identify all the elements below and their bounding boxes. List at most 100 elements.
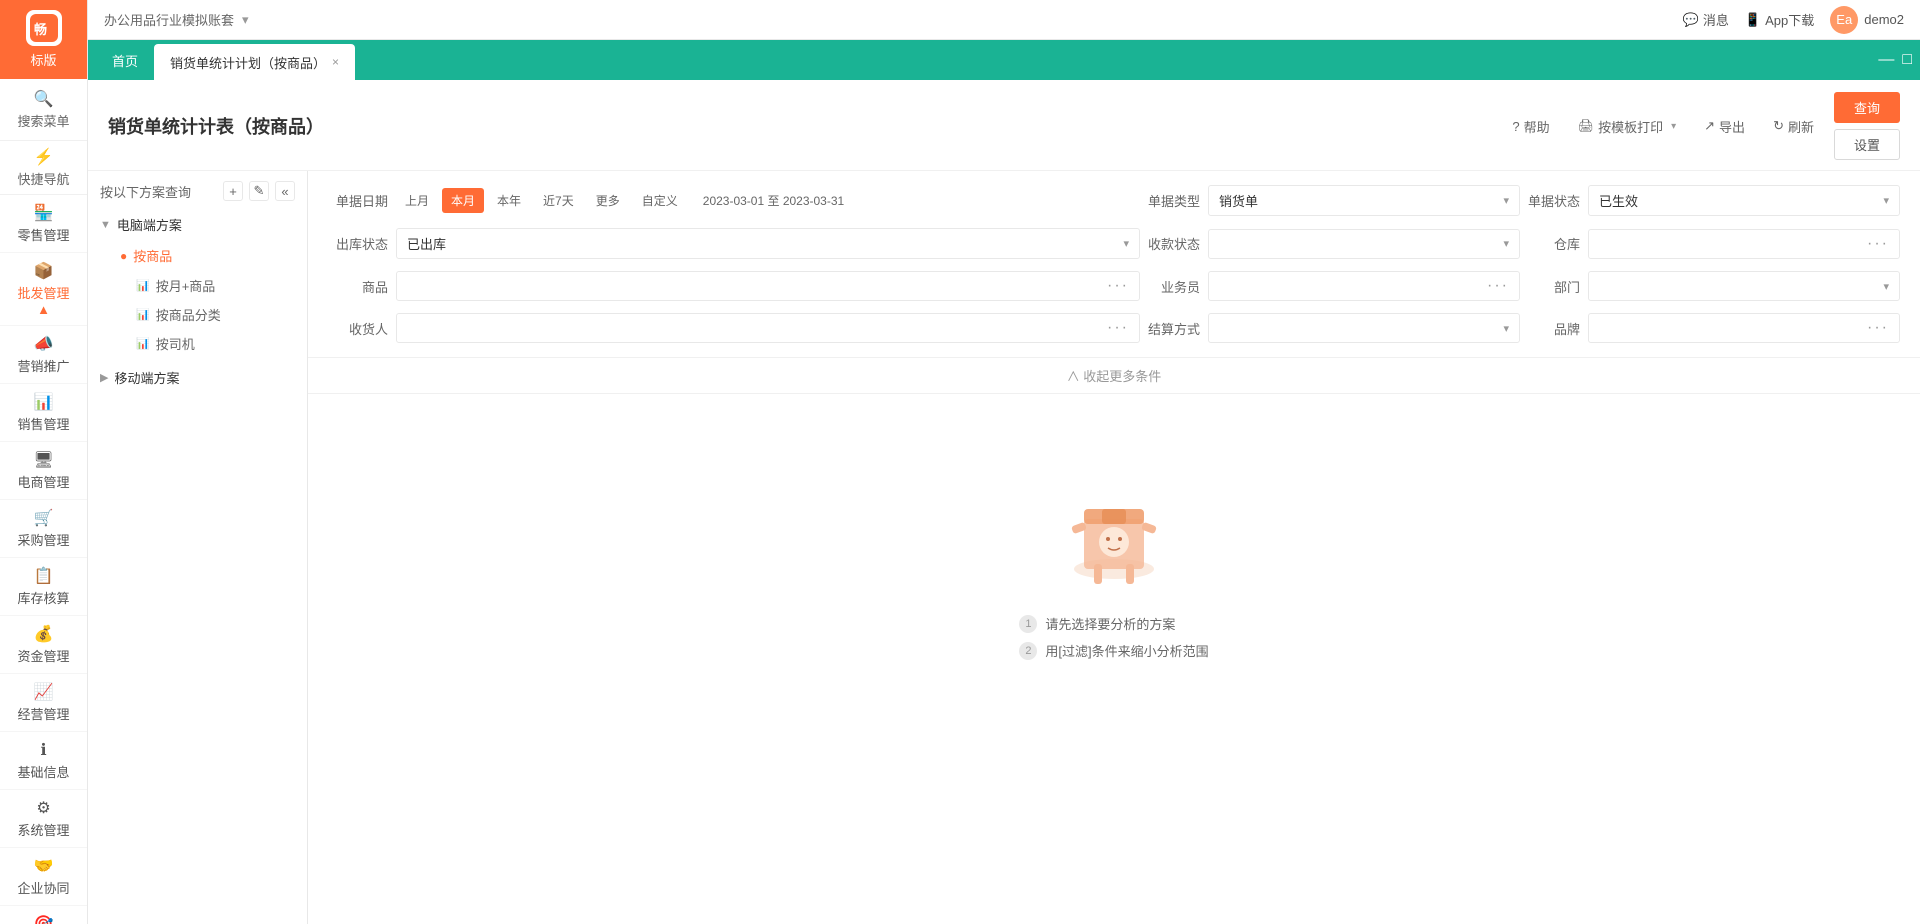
order-type-value: 销货单: [1219, 191, 1258, 210]
filter-row-1: 单据日期 上月 本月 本年 近7天 更多 自定义: [328, 185, 1900, 216]
brand-dots-icon: ···: [1867, 319, 1889, 337]
product-input[interactable]: ···: [396, 271, 1140, 301]
message-button[interactable]: 💬 消息: [1683, 10, 1729, 29]
tab-bar: 首页 销货单统计计划（按商品） × — □: [88, 40, 1920, 80]
tree-section-pc: ▼ 电脑端方案 ● 按商品 📊 按月+商品 📊: [88, 209, 307, 358]
empty-tips: 1 请先选择要分析的方案 2 用[过滤]条件来缩小分析范围: [1019, 614, 1208, 660]
filter-area: 单据日期 上月 本月 本年 近7天 更多 自定义: [308, 171, 1920, 358]
sidebar-item-basic-info[interactable]: ℹ 基础信息: [0, 732, 87, 790]
date-tab-last-month[interactable]: 上月: [396, 188, 438, 213]
page-body: 销货单统计计表（按商品） ? 帮助 🖨 按模板打印 ▾ ↗ 导出: [88, 80, 1920, 924]
tree-sub-item-driver[interactable]: 📊 按司机: [88, 329, 307, 358]
sidebar-item-retail[interactable]: 🏪 零售管理: [0, 195, 87, 253]
salesperson-dots-icon: ···: [1487, 277, 1509, 295]
purchase-label: 采购管理: [17, 530, 69, 549]
date-tab-current-year[interactable]: 本年: [488, 188, 530, 213]
collapse-panel-button[interactable]: «: [275, 181, 295, 201]
app-download-label: App下载: [1765, 10, 1814, 29]
quick-nav-item[interactable]: ⚡ 快捷导航: [0, 141, 87, 195]
help-button[interactable]: ? 帮助: [1504, 113, 1557, 140]
sidebar-item-system[interactable]: ⚙ 系统管理: [0, 790, 87, 848]
edit-scheme-button[interactable]: ✎: [249, 181, 269, 201]
sidebar-item-enterprise[interactable]: 🤝 企业协同: [0, 848, 87, 906]
order-status-select[interactable]: 已生效 ▾: [1588, 185, 1900, 216]
sidebar-item-finance[interactable]: 💰 资金管理: [0, 616, 87, 674]
sidebar-item-inventory[interactable]: 📋 库存核算: [0, 558, 87, 616]
tab-active-label: 销货单统计计划（按商品）: [170, 53, 326, 72]
settlement-select[interactable]: ▾: [1208, 313, 1520, 343]
search-menu-item[interactable]: 🔍 搜索菜单: [0, 79, 87, 141]
avatar-text: Ea: [1836, 12, 1852, 27]
industry-dropdown-icon[interactable]: ▾: [242, 12, 249, 28]
filter-field-product: 商品 ···: [328, 271, 1140, 301]
tree-section-mobile-header[interactable]: ▶ 移动端方案: [88, 362, 307, 393]
date-tab-current-month[interactable]: 本月: [442, 188, 484, 213]
app-download-button[interactable]: 📱 App下载: [1745, 10, 1814, 29]
date-label: 单据日期: [328, 191, 388, 210]
active-item-icon: ●: [120, 249, 127, 263]
enterprise-label: 企业协同: [17, 878, 69, 897]
tab-active[interactable]: 销货单统计计划（按商品） ×: [154, 44, 355, 80]
date-tab-custom[interactable]: 自定义: [633, 188, 687, 213]
collapse-conditions-button[interactable]: ∧ 收起更多条件: [308, 358, 1920, 394]
tab-home[interactable]: 首页: [96, 40, 154, 80]
print-button[interactable]: 🖨 按模板打印 ▾: [1570, 113, 1685, 140]
sidebar-item-ecommerce[interactable]: 🖥 电商管理: [0, 442, 87, 500]
tab-close-icon[interactable]: ×: [332, 55, 339, 69]
receiver-dots-icon: ···: [1107, 319, 1129, 337]
settings-button[interactable]: 设置: [1834, 129, 1900, 160]
page-actions: ? 帮助 🖨 按模板打印 ▾ ↗ 导出 ↻ 刷新: [1504, 92, 1900, 160]
export-icon: ↗: [1704, 118, 1715, 134]
sidebar-item-marketing[interactable]: 📣 营销推广: [0, 326, 87, 384]
enterprise-icon: 🤝: [34, 856, 54, 876]
tree-section-pc-header[interactable]: ▼ 电脑端方案: [88, 209, 307, 240]
download-icon: 📱: [1745, 12, 1761, 28]
marketing-icon: 📣: [34, 334, 54, 354]
sidebar-item-sales[interactable]: 📊 销售管理: [0, 384, 87, 442]
export-button[interactable]: ↗ 导出: [1696, 113, 1753, 140]
app-logo[interactable]: 畅 标版: [0, 0, 87, 79]
warehouse-status-select[interactable]: 已出库 ▾: [396, 228, 1140, 259]
sidebar-item-management[interactable]: 📈 经营管理: [0, 674, 87, 732]
search-menu-label: 搜索菜单: [17, 111, 69, 130]
warehouse-input[interactable]: ···: [1588, 229, 1900, 259]
product-category-label: 按商品分类: [156, 305, 221, 324]
tip-text-2: 用[过滤]条件来缩小分析范围: [1045, 641, 1208, 660]
page-title-bar: 销货单统计计表（按商品） ? 帮助 🖨 按模板打印 ▾ ↗ 导出: [88, 80, 1920, 171]
product-label: 商品: [328, 277, 388, 296]
sidebar-item-wholesale[interactable]: 📦 批发管理 ▲: [0, 253, 87, 326]
date-tab-more[interactable]: 更多: [587, 188, 629, 213]
empty-illustration: [1054, 474, 1174, 594]
user-profile[interactable]: Ea demo2: [1830, 6, 1904, 34]
inventory-icon: 📋: [34, 566, 54, 586]
avatar: Ea: [1830, 6, 1858, 34]
filter-field-receiver: 收货人 ···: [328, 313, 1140, 343]
sidebar-item-purchase[interactable]: 🛒 采购管理: [0, 500, 87, 558]
add-scheme-button[interactable]: +: [223, 181, 243, 201]
tree-sub-item-month-product[interactable]: 📊 按月+商品: [88, 271, 307, 300]
refresh-button[interactable]: ↻ 刷新: [1765, 113, 1822, 140]
order-type-select[interactable]: 销货单 ▾: [1208, 185, 1520, 216]
sidebar-item-guide[interactable]: 🎯 新手引导: [0, 906, 87, 924]
date-tab-7days[interactable]: 近7天: [534, 188, 583, 213]
print-dropdown-icon: ▾: [1671, 121, 1676, 132]
filter-field-order-status: 单据状态 已生效 ▾: [1520, 185, 1900, 216]
query-button[interactable]: 查询: [1834, 92, 1900, 123]
left-panel: 按以下方案查询 + ✎ «: [88, 171, 308, 924]
date-range-value: 2023-03-01 至 2023-03-31: [703, 192, 844, 209]
tab-maximize-button[interactable]: □: [1902, 52, 1912, 68]
tree-item-by-product[interactable]: ● 按商品: [88, 240, 307, 271]
tab-minimize-button[interactable]: —: [1878, 52, 1894, 68]
refresh-icon: ↻: [1773, 118, 1784, 134]
salesperson-input[interactable]: ···: [1208, 271, 1520, 301]
department-select[interactable]: ▾: [1588, 271, 1900, 301]
receiver-input[interactable]: ···: [396, 313, 1140, 343]
payment-status-select[interactable]: ▾: [1208, 229, 1520, 259]
filter-field-salesperson: 业务员 ···: [1140, 271, 1520, 301]
month-product-icon: 📊: [136, 279, 150, 292]
tab-home-label: 首页: [112, 51, 138, 70]
warehouse-status-label: 出库状态: [328, 234, 388, 253]
tree-sub-item-product-category[interactable]: 📊 按商品分类: [88, 300, 307, 329]
pc-section-label: 电脑端方案: [117, 215, 182, 234]
brand-input[interactable]: ···: [1588, 313, 1900, 343]
